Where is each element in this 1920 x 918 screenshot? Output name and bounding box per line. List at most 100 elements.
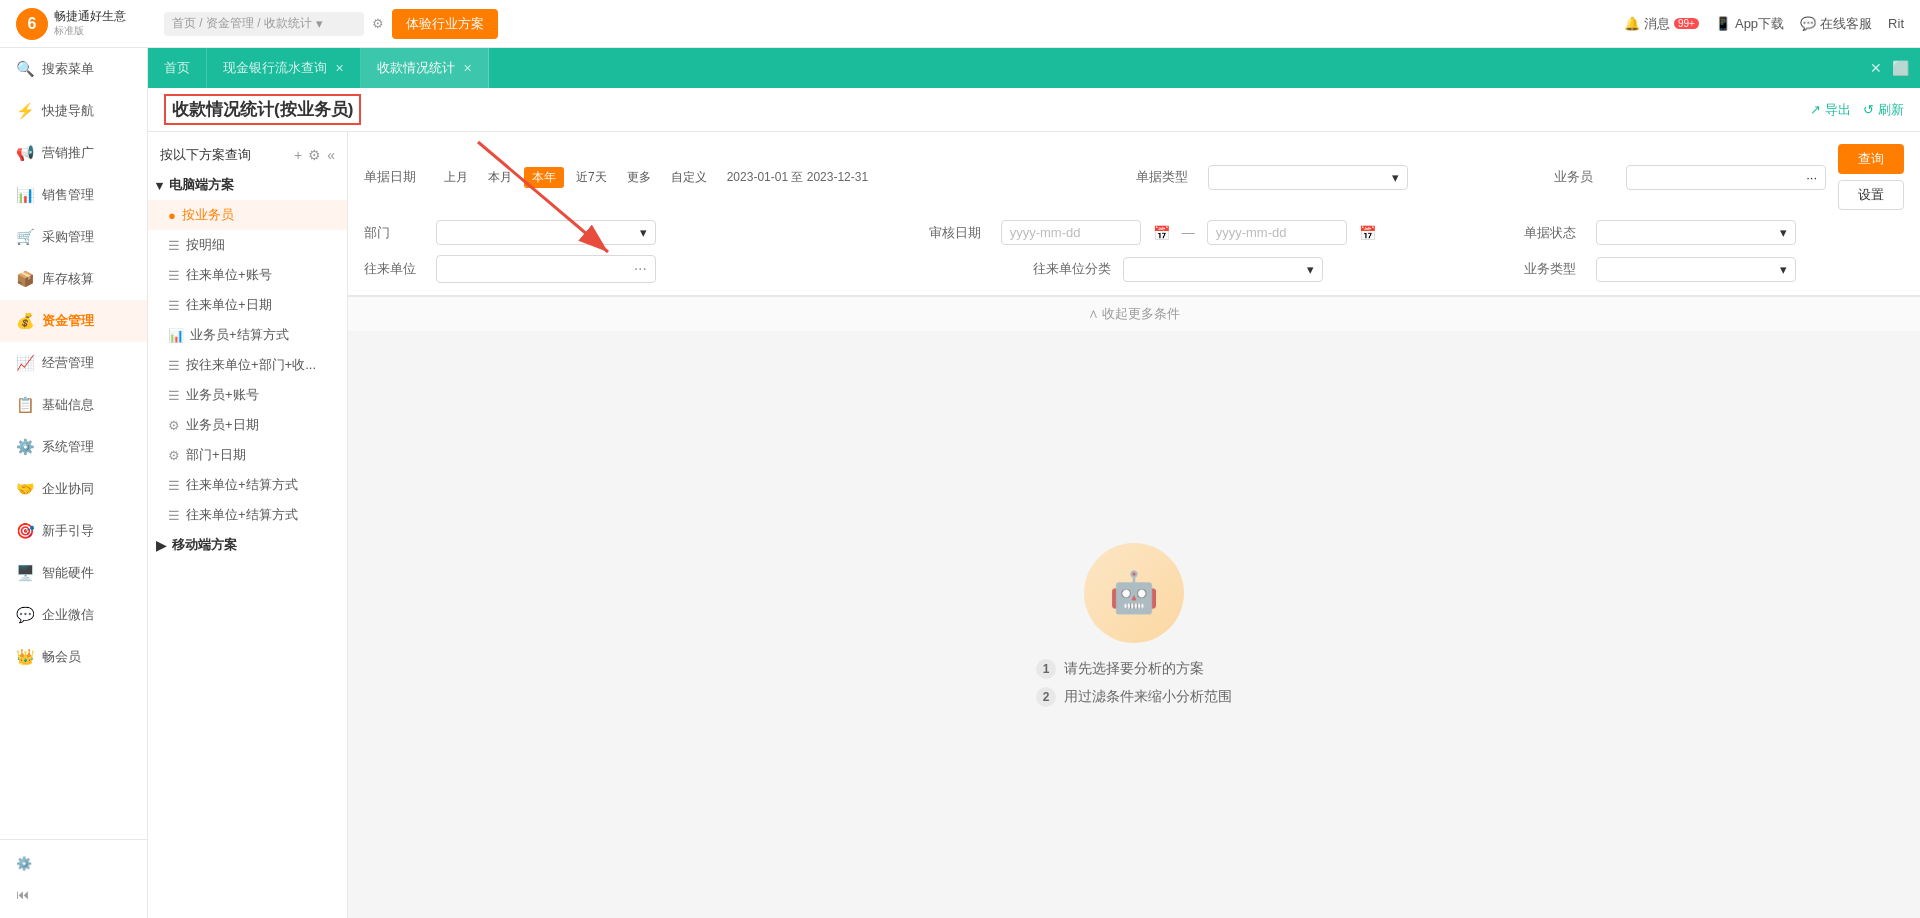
logo-text: 畅捷通好生意 标准版 xyxy=(54,9,126,37)
filter-actions: 查询 设置 xyxy=(1838,144,1904,210)
collapse-bar[interactable]: ∧ 收起更多条件 xyxy=(348,296,1920,331)
panel-add-btn[interactable]: + xyxy=(294,147,302,163)
dept-select[interactable]: ▾ xyxy=(436,220,656,245)
sidebar-item-purchase[interactable]: 🛒 采购管理 xyxy=(0,216,147,258)
breadcrumb-bar[interactable]: 首页 / 资金管理 / 收款统计 ▾ xyxy=(164,12,364,36)
sidebar-item-search[interactable]: 🔍 搜索菜单 xyxy=(0,48,147,90)
tab-collection-close[interactable]: ✕ xyxy=(463,62,472,75)
empty-state: 🤖 1 请先选择要分析的方案 2 用过滤条件来缩小分析范围 xyxy=(348,331,1920,918)
refresh-icon: ↺ xyxy=(1863,102,1874,117)
salesperson-select[interactable]: ··· xyxy=(1626,165,1826,190)
sidebar-collapse-btn[interactable]: ⏮ xyxy=(0,879,147,910)
sidebar-item-member[interactable]: 👑 畅会员 xyxy=(0,636,147,678)
sidebar-bottom: ⚙️ ⏮ xyxy=(0,839,147,918)
basic-icon: 📋 xyxy=(16,396,34,414)
tree-item-customer-settle1[interactable]: ☰ 往来单位+结算方式 xyxy=(148,470,347,500)
query-btn[interactable]: 查询 xyxy=(1838,144,1904,174)
date-tab-this-year[interactable]: 本年 xyxy=(524,167,564,188)
date-tab-this-month[interactable]: 本月 xyxy=(480,167,520,188)
top-nav-area: 首页 / 资金管理 / 收款统计 ▾ ⚙ 体验行业方案 xyxy=(164,9,1624,39)
sidebar-item-basic[interactable]: 📋 基础信息 xyxy=(0,384,147,426)
tree-item-by-salesperson[interactable]: ● 按业务员 xyxy=(148,200,347,230)
tree-cs2-icon: ☰ xyxy=(168,508,180,523)
sidebar-item-finance[interactable]: 💰 资金管理 xyxy=(0,300,147,342)
download-icon: 📱 xyxy=(1715,16,1731,31)
win-close-btn[interactable]: ✕ xyxy=(1868,60,1884,76)
sidebar-collapse-icon: ⏮ xyxy=(16,887,29,902)
tree-item-customer-dept[interactable]: ☰ 按往来单位+部门+收... xyxy=(148,350,347,380)
settings-btn[interactable]: 设置 xyxy=(1838,180,1904,210)
business-type-select[interactable]: ▾ xyxy=(1596,257,1796,282)
dept-label: 部门 xyxy=(364,224,424,242)
logo-area: 6 畅捷通好生意 标准版 xyxy=(16,8,164,40)
user-avatar[interactable]: Rit xyxy=(1888,16,1904,31)
review-date-start[interactable]: yyyy-mm-dd xyxy=(1001,220,1141,245)
sidebar-item-wechat[interactable]: 💬 企业微信 xyxy=(0,594,147,636)
panel-title: 按以下方案查询 xyxy=(160,146,251,164)
step-num-1: 1 xyxy=(1036,659,1056,679)
tab-bank-close[interactable]: ✕ xyxy=(335,62,344,75)
marketing-icon: 📢 xyxy=(16,144,34,162)
date-tab-last-month[interactable]: 上月 xyxy=(436,167,476,188)
tab-window-btns: ✕ ⬜ xyxy=(1856,48,1920,88)
date-tab-custom[interactable]: 自定义 xyxy=(663,167,715,188)
sidebar-item-nav[interactable]: ⚡ 快捷导航 xyxy=(0,90,147,132)
trial-btn[interactable]: 体验行业方案 xyxy=(392,9,498,39)
tree-item-by-detail[interactable]: ☰ 按明细 xyxy=(148,230,347,260)
date-tabs: 上月 本月 本年 近7天 更多 自定义 xyxy=(436,167,715,188)
tree-salesperson-icon: ● xyxy=(168,208,176,223)
customer-dots: ··· xyxy=(634,260,647,278)
export-btn[interactable]: ↗ 导出 xyxy=(1810,101,1851,119)
tree-category-mobile[interactable]: ▶ 移动端方案 xyxy=(148,530,347,560)
refresh-btn[interactable]: ↺ 刷新 xyxy=(1863,101,1904,119)
tab-collection[interactable]: 收款情况统计 ✕ xyxy=(361,48,489,88)
filter-container: 单据日期 上月 本月 本年 近7天 更多 自定义 2023-01-01 至 20… xyxy=(348,132,1920,331)
page-title: 收款情况统计(按业务员) xyxy=(172,100,353,119)
doc-type-select[interactable]: ▾ xyxy=(1208,165,1408,190)
sidebar-item-inventory[interactable]: 📦 库存核算 xyxy=(0,258,147,300)
settings-btn-top[interactable]: ⚙ xyxy=(372,16,384,31)
main-layout: 🔍 搜索菜单 ⚡ 快捷导航 📢 营销推广 📊 销售管理 🛒 采购管理 📦 库存核… xyxy=(0,48,1920,918)
tree-item-customer-settle2[interactable]: ☰ 往来单位+结算方式 xyxy=(148,500,347,530)
sidebar-item-operations[interactable]: 📈 经营管理 xyxy=(0,342,147,384)
customer-category-select[interactable]: ▾ xyxy=(1123,257,1323,282)
calendar-icon-1[interactable]: 📅 xyxy=(1153,225,1170,241)
tree-item-salesperson-settle[interactable]: 📊 业务员+结算方式 xyxy=(148,320,347,350)
review-date-end[interactable]: yyyy-mm-dd xyxy=(1207,220,1347,245)
tree-item-salesperson-date[interactable]: ⚙ 业务员+日期 xyxy=(148,410,347,440)
breadcrumb-dropdown[interactable]: ▾ xyxy=(316,16,323,31)
empty-steps: 1 请先选择要分析的方案 2 用过滤条件来缩小分析范围 xyxy=(1036,659,1232,707)
tree-item-customer-date[interactable]: ☰ 往来单位+日期 xyxy=(148,290,347,320)
panel-collapse-icon[interactable]: « xyxy=(327,147,335,163)
sidebar-item-system[interactable]: ⚙️ 系统管理 xyxy=(0,426,147,468)
sidebar-settings-btn[interactable]: ⚙️ xyxy=(0,848,147,879)
filter-row-3: 往来单位 ··· 往来单位分类 ▾ xyxy=(364,255,1904,283)
tree-category-desktop[interactable]: ▾ 电脑端方案 xyxy=(148,170,347,200)
tree-cdate-icon: ☰ xyxy=(168,298,180,313)
panel-settings-icon[interactable]: ⚙ xyxy=(308,147,321,163)
app-download-btn[interactable]: 📱 App下载 xyxy=(1715,15,1784,33)
tree-item-salesperson-account[interactable]: ☰ 业务员+账号 xyxy=(148,380,347,410)
sidebar-item-corp[interactable]: 🤝 企业协同 xyxy=(0,468,147,510)
message-btn[interactable]: 🔔 消息 99+ xyxy=(1624,15,1699,33)
tree-mobile-expand-icon: ▶ xyxy=(156,538,166,553)
sidebar-item-sales[interactable]: 📊 销售管理 xyxy=(0,174,147,216)
date-tab-7days[interactable]: 近7天 xyxy=(568,167,615,188)
customer-select[interactable]: ··· xyxy=(436,255,656,283)
tab-bank[interactable]: 现金银行流水查询 ✕ xyxy=(207,48,361,88)
filter-panel: 单据日期 上月 本月 本年 近7天 更多 自定义 2023-01-01 至 20… xyxy=(348,132,1920,296)
doc-type-label: 单据类型 xyxy=(1136,168,1196,186)
online-service-btn[interactable]: 💬 在线客服 xyxy=(1800,15,1872,33)
sidebar-item-guide[interactable]: 🎯 新手引导 xyxy=(0,510,147,552)
date-tab-more[interactable]: 更多 xyxy=(619,167,659,188)
tree-item-customer-account[interactable]: ☰ 往来单位+账号 xyxy=(148,260,347,290)
tab-home[interactable]: 首页 xyxy=(148,48,207,88)
doc-status-select[interactable]: ▾ xyxy=(1596,220,1796,245)
main-content: 单据日期 上月 本月 本年 近7天 更多 自定义 2023-01-01 至 20… xyxy=(348,132,1920,918)
calendar-icon-2[interactable]: 📅 xyxy=(1359,225,1376,241)
tree-item-dept-date[interactable]: ⚙ 部门+日期 xyxy=(148,440,347,470)
sidebar-item-marketing[interactable]: 📢 营销推广 xyxy=(0,132,147,174)
sidebar-item-hardware[interactable]: 🖥️ 智能硬件 xyxy=(0,552,147,594)
win-max-btn[interactable]: ⬜ xyxy=(1892,60,1908,76)
tree-detail-icon: ☰ xyxy=(168,238,180,253)
